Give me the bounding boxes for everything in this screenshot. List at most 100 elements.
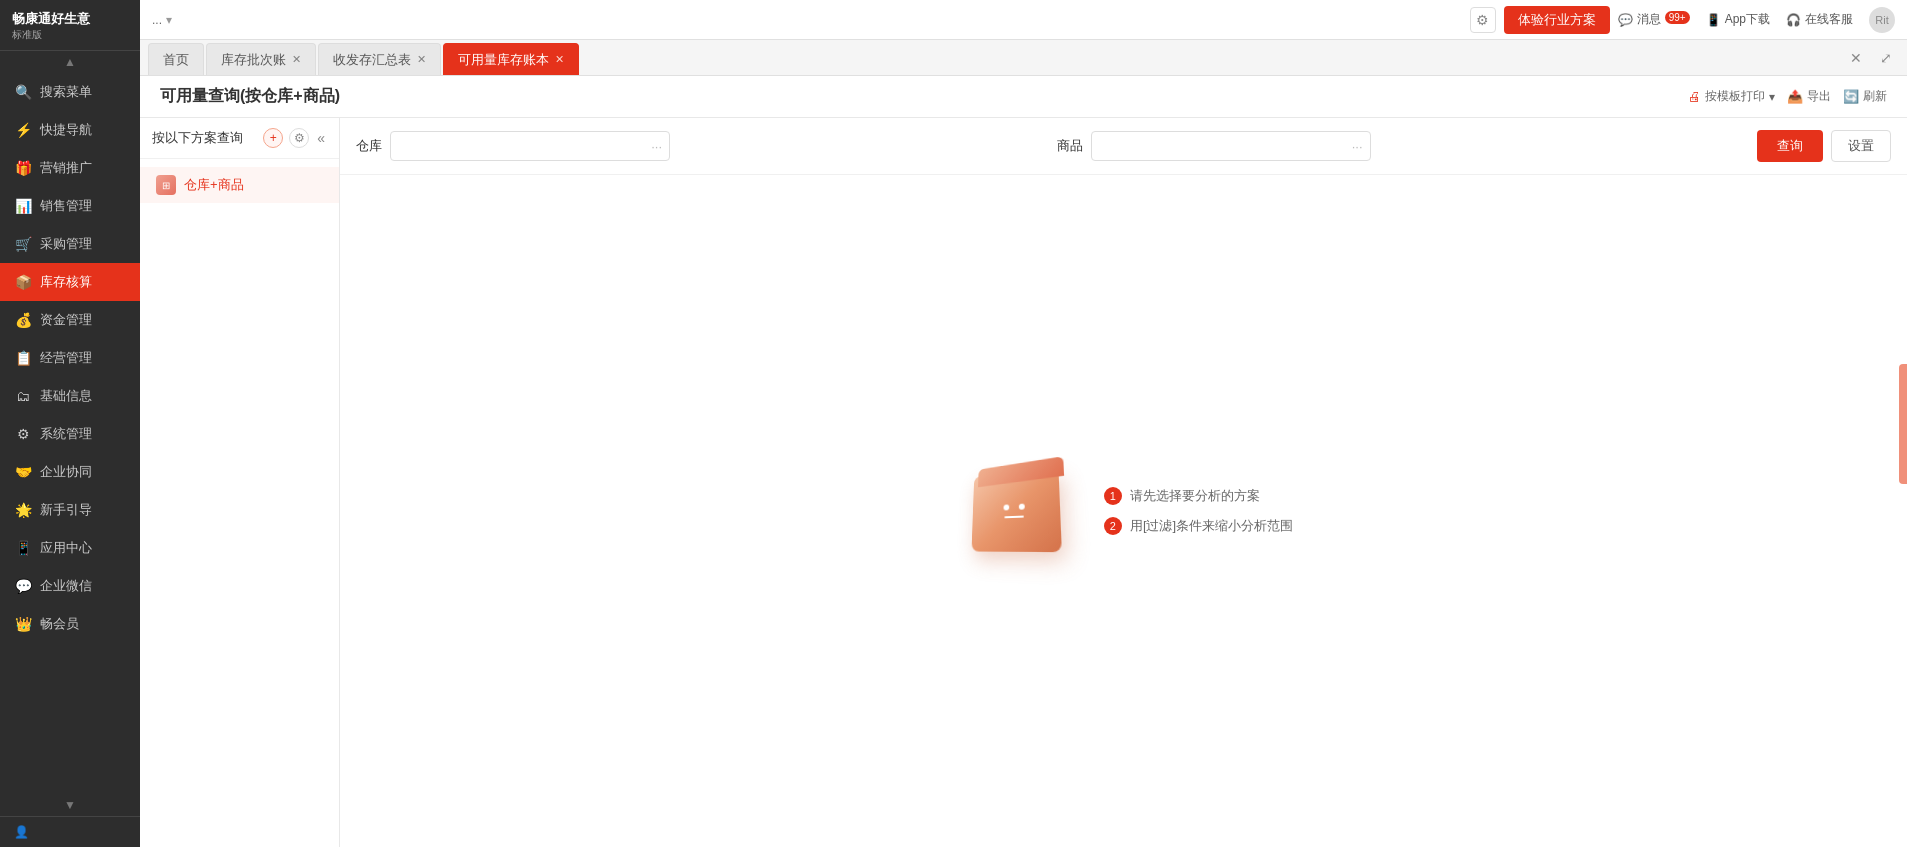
hint-text-1: 请先选择要分析的方案 [1130,487,1260,505]
sidebar-icon-app-center: 📱 [14,540,32,556]
expand-button[interactable]: ⤢ [1873,45,1899,71]
empty-box-face [990,485,1039,536]
sidebar-item-newbie[interactable]: 🌟新手引导 [0,491,140,529]
customer-service-button[interactable]: 🎧 在线客服 [1786,11,1853,28]
sidebar-icon-inventory: 📦 [14,274,32,290]
app-download-icon: 📱 [1706,13,1721,27]
tab-close-available-stock[interactable]: ✕ [555,53,564,66]
sidebar-item-system[interactable]: ⚙系统管理 [0,415,140,453]
sidebar-icon-sales: 📊 [14,198,32,214]
sidebar-icon-enterprise: 🤝 [14,464,32,480]
tab-close-batch-account[interactable]: ✕ [292,53,301,66]
sidebar-item-member[interactable]: 👑畅会员 [0,605,140,643]
scheme-item-warehouse-goods[interactable]: ⊞ 仓库+商品 [140,167,339,203]
goods-input[interactable] [1091,131,1371,161]
print-button[interactable]: 🖨 按模板打印 ▾ [1688,88,1775,105]
user-avatar[interactable]: Rit [1869,7,1895,33]
notification-label: 消息 [1637,11,1661,28]
filter-settings-button[interactable]: 设置 [1831,130,1891,162]
sidebar-label-enterprise: 企业协同 [40,463,92,481]
sidebar-item-marketing[interactable]: 🎁 营销推广 [0,149,140,187]
sidebar-icon-newbie: 🌟 [14,502,32,518]
app-download-button[interactable]: 📱 App下载 [1706,11,1770,28]
notification-button[interactable]: 💬 消息 99+ [1618,11,1690,28]
collapse-button[interactable]: « [315,128,327,148]
sidebar-logo: 畅康通好生意 标准版 [0,0,140,51]
sidebar-scroll-down[interactable]: ▼ [0,794,140,816]
sidebar-item-purchase[interactable]: 🛒采购管理 [0,225,140,263]
sidebar-icon-marketing: 🎁 [14,160,32,176]
settings-icon: ⚙ [1476,12,1489,28]
tab-batch-account[interactable]: 库存批次账 ✕ [206,43,316,75]
sidebar-label-wechat: 企业微信 [40,577,92,595]
sidebar-item-finance[interactable]: 💰资金管理 [0,301,140,339]
scheme-item-label: 仓库+商品 [184,176,244,194]
topbar-right: 💬 消息 99+ 📱 App下载 🎧 在线客服 Rit [1618,7,1895,33]
trial-button[interactable]: 体验行业方案 [1504,6,1610,34]
tab-label-receipt-summary: 收发存汇总表 [333,51,411,69]
right-panel: 仓库 ··· 商品 ··· 查询 设置 [340,118,1907,847]
sidebar-item-basic-info[interactable]: 🗂基础信息 [0,377,140,415]
refresh-icon: 🔄 [1843,89,1859,104]
tab-label-batch-account: 库存批次账 [221,51,286,69]
notification-icon: 💬 [1618,13,1633,27]
logo-sub: 标准版 [12,28,128,42]
topbar: ... ▾ ⚙ 体验行业方案 💬 消息 99+ 📱 App下载 🎧 在线客服 R… [140,0,1907,40]
sidebar-item-wechat[interactable]: 💬企业微信 [0,567,140,605]
tabs-container: 首页 库存批次账 ✕ 收发存汇总表 ✕ 可用量库存账本 ✕ [148,40,579,75]
warehouse-label: 仓库 [356,137,382,155]
query-button[interactable]: 查询 [1757,130,1823,162]
hint-number-2: 2 [1104,517,1122,535]
filter-bar: 仓库 ··· 商品 ··· 查询 设置 [340,118,1907,175]
left-panel-body: ⊞ 仓库+商品 [140,159,339,847]
sidebar-icon-search: 🔍 [14,84,32,100]
sidebar-label-marketing: 营销推广 [40,159,92,177]
sidebar-item-enterprise[interactable]: 🤝 企业协同 [0,453,140,491]
breadcrumb: ... ▾ [152,13,1462,27]
sidebar-scroll-up[interactable]: ▲ [0,51,140,73]
empty-box-mouth [1004,516,1023,519]
sidebar-icon-basic-info: 🗂 [14,388,32,404]
sidebar-item-operations[interactable]: 📋经营管理 [0,339,140,377]
scheme-settings-button[interactable]: ⚙ [289,128,309,148]
sidebar-item-quick-nav[interactable]: ⚡快捷导航 [0,111,140,149]
topbar-settings-button[interactable]: ⚙ [1470,7,1496,33]
sidebar-label-inventory: 库存核算 [40,273,92,291]
warehouse-more-icon[interactable]: ··· [651,139,662,154]
add-scheme-button[interactable]: + [263,128,283,148]
right-edge-scrollbar[interactable] [1899,364,1907,484]
goods-label: 商品 [1057,137,1083,155]
empty-hint: 1 请先选择要分析的方案 2 用[过滤]条件来缩小分析范围 [1104,487,1293,535]
empty-box-eye-right [1019,504,1025,510]
sidebar-label-finance: 资金管理 [40,311,92,329]
tab-label-home: 首页 [163,51,189,69]
sidebar-item-search[interactable]: 🔍搜索菜单 [0,73,140,111]
sidebar-nav: 🔍搜索菜单⚡快捷导航 🎁 营销推广 📊销售管理🛒采购管理 📦 库存核算 💰资金管理📋经营管理… [0,73,140,794]
refresh-button[interactable]: 🔄 刷新 [1843,88,1887,105]
sidebar-bottom[interactable]: 👤 [0,816,140,847]
print-dropdown-icon[interactable]: ▾ [1769,90,1775,104]
tab-available-stock[interactable]: 可用量库存账本 ✕ [443,43,579,75]
empty-hint-item-1: 1 请先选择要分析的方案 [1104,487,1293,505]
content-area: 按以下方案查询 + ⚙ « ⊞ 仓库+商品 [140,118,1907,847]
goods-more-icon[interactable]: ··· [1352,139,1363,154]
left-panel-header: 按以下方案查询 + ⚙ « [140,118,339,159]
tab-home[interactable]: 首页 [148,43,204,75]
export-button[interactable]: 📤 导出 [1787,88,1831,105]
add-icon: + [270,131,277,145]
sidebar-item-sales[interactable]: 📊销售管理 [0,187,140,225]
close-tab-button[interactable]: ✕ [1843,45,1869,71]
sidebar-item-app-center[interactable]: 📱应用中心 [0,529,140,567]
tab-label-available-stock: 可用量库存账本 [458,51,549,69]
sidebar-item-inventory[interactable]: 📦 库存核算 [0,263,140,301]
user-name: Rit [1875,14,1888,26]
tab-close-receipt-summary[interactable]: ✕ [417,53,426,66]
breadcrumb-dropdown-icon[interactable]: ▾ [166,13,172,27]
tab-receipt-summary[interactable]: 收发存汇总表 ✕ [318,43,441,75]
page-actions: 🖨 按模板打印 ▾ 📤 导出 🔄 刷新 [1688,88,1887,105]
warehouse-input[interactable] [390,131,670,161]
export-label: 导出 [1807,88,1831,105]
sidebar-label-quick-nav: 快捷导航 [40,121,92,139]
filter-actions: 查询 设置 [1757,130,1891,162]
scheme-item-icon: ⊞ [156,175,176,195]
